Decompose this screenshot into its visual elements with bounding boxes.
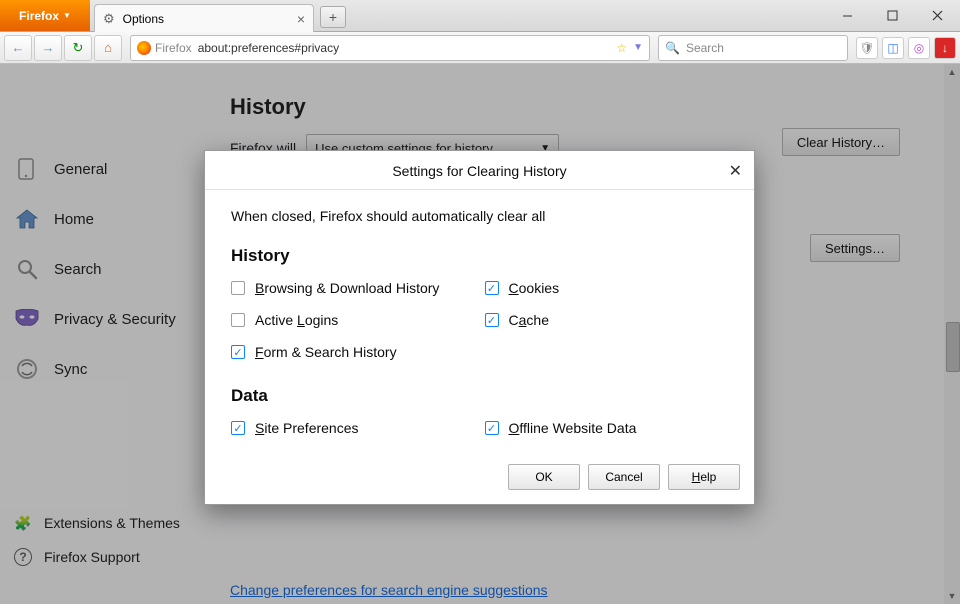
search-bar[interactable]: 🔍 Search <box>658 35 848 61</box>
firefox-app-menu-button[interactable]: Firefox▼ <box>0 0 90 31</box>
url-text: about:preferences#privacy <box>198 41 339 55</box>
checkbox-offline-website-data[interactable]: ✓ Offline Website Data <box>485 420 729 436</box>
dialog-footer: OK Cancel Help <box>205 454 754 504</box>
bookmark-star-icon[interactable]: ☆ <box>616 41 627 55</box>
dialog-title: Settings for Clearing History <box>392 163 566 179</box>
window-maximize-button[interactable] <box>870 0 915 32</box>
checkbox-icon <box>231 313 245 327</box>
window-controls <box>825 0 960 31</box>
extension-icon[interactable]: ◎ <box>908 37 930 59</box>
home-button[interactable]: ⌂ <box>94 35 122 61</box>
checkbox-form-search-history[interactable]: ✓ Form & Search History <box>231 344 475 360</box>
checkbox-site-preferences[interactable]: ✓ Site Preferences <box>231 420 475 436</box>
dialog-cancel-button[interactable]: Cancel <box>588 464 660 490</box>
dialog-help-button[interactable]: Help <box>668 464 740 490</box>
checkbox-icon: ✓ <box>231 345 245 359</box>
checkbox-icon: ✓ <box>485 281 499 295</box>
site-identity: Firefox <box>137 41 192 55</box>
dialog-data-heading: Data <box>231 386 728 406</box>
forward-button[interactable]: → <box>34 35 62 61</box>
checkbox-icon: ✓ <box>485 421 499 435</box>
dialog-intro: When closed, Firefox should automaticall… <box>231 208 728 224</box>
reload-button[interactable]: ↻ <box>64 35 92 61</box>
checkbox-cookies[interactable]: ✓ Cookies <box>485 280 729 296</box>
tab-close-button[interactable]: × <box>297 11 305 27</box>
tab-title: Options <box>123 12 164 26</box>
urlbar-dropdown-icon[interactable]: ▼ <box>633 42 643 53</box>
dialog-history-heading: History <box>231 246 728 266</box>
firefox-icon <box>137 41 151 55</box>
browser-tab[interactable]: ⚙ Options × <box>94 4 314 32</box>
ublock-icon[interactable]: 🛡 <box>856 37 878 59</box>
caret-down-icon: ▼ <box>63 11 71 20</box>
checkbox-cache[interactable]: ✓ Cache <box>485 312 729 328</box>
window-titlebar: Firefox▼ ⚙ Options × + <box>0 0 960 32</box>
dialog-ok-button[interactable]: OK <box>508 464 580 490</box>
download-icon[interactable]: ↓ <box>934 37 956 59</box>
checkbox-icon <box>231 281 245 295</box>
checkbox-icon: ✓ <box>231 421 245 435</box>
search-placeholder: Search <box>686 41 724 55</box>
navigation-toolbar: ← → ↻ ⌂ Firefox about:preferences#privac… <box>0 32 960 64</box>
clear-history-settings-dialog: Settings for Clearing History ✕ When clo… <box>204 150 755 505</box>
gear-icon: ⚙ <box>103 11 115 27</box>
library-icon[interactable]: ◫ <box>882 37 904 59</box>
window-close-button[interactable] <box>915 0 960 32</box>
dialog-close-button[interactable]: ✕ <box>729 161 742 181</box>
search-icon: 🔍 <box>665 41 680 55</box>
checkbox-browsing-history[interactable]: Browsing & Download History <box>231 280 475 296</box>
window-minimize-button[interactable] <box>825 0 870 32</box>
url-bar[interactable]: Firefox about:preferences#privacy ☆ ▼ <box>130 35 650 61</box>
checkbox-icon: ✓ <box>485 313 499 327</box>
checkbox-active-logins[interactable]: Active Logins <box>231 312 475 328</box>
dialog-header: Settings for Clearing History ✕ <box>205 151 754 190</box>
new-tab-button[interactable]: + <box>320 6 346 28</box>
back-button[interactable]: ← <box>4 35 32 61</box>
